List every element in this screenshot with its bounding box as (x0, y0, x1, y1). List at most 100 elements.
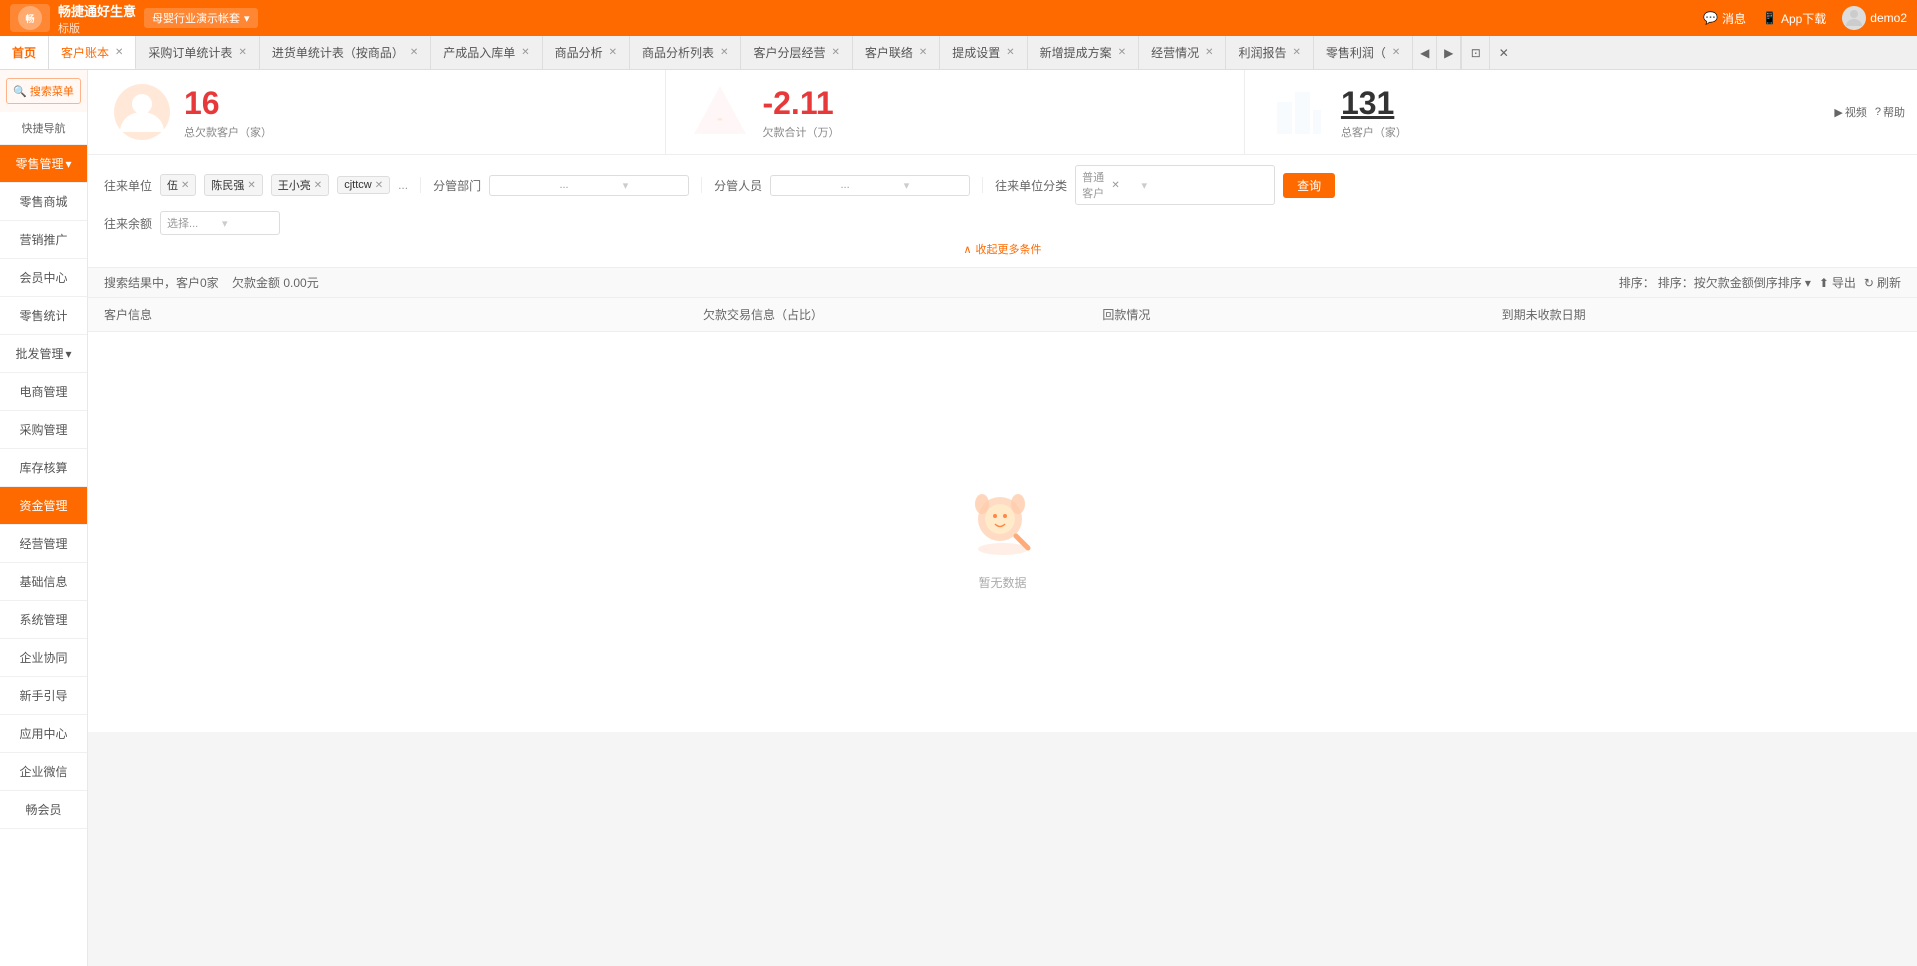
remove-tag-icon[interactable]: ✕ (181, 180, 189, 191)
close-icon[interactable]: ✕ (115, 47, 123, 58)
sort-select[interactable]: 排序： 排序：按欠款金额倒序排序 ▾ (1619, 274, 1811, 291)
tab-promotion-settings[interactable]: 提成设置 ✕ (940, 36, 1027, 69)
filter-row-2: 往来余额 选择... ▾ (104, 211, 1901, 235)
close-icon[interactable]: ✕ (609, 47, 617, 58)
remove-tag-icon[interactable]: ✕ (1111, 180, 1137, 191)
sidebar-item-enterprise-wechat[interactable]: 企业微信 (0, 753, 87, 791)
close-icon[interactable]: ✕ (1118, 47, 1126, 58)
tabs-next-arrow[interactable]: ▶ (1437, 36, 1461, 69)
filter-tag-unit-2[interactable]: 陈民强 ✕ (204, 174, 262, 196)
sidebar-item-ecommerce-mgmt[interactable]: 电商管理 (0, 373, 87, 411)
app-download-button[interactable]: 📱 App下载 (1762, 10, 1826, 27)
remove-tag-icon[interactable]: ✕ (375, 180, 383, 191)
tab-business-status[interactable]: 经营情况 ✕ (1139, 36, 1226, 69)
sidebar-item-business-mgmt[interactable]: 经营管理 (0, 525, 87, 563)
chevron-down-icon: ▾ (904, 179, 963, 192)
sidebar-item-retail-mall[interactable]: 零售商城 (0, 183, 87, 221)
tabs-action-restore[interactable]: ⊡ (1461, 36, 1489, 70)
filter-tag-unit-3[interactable]: 王小亮 ✕ (271, 174, 329, 196)
close-icon[interactable]: ✕ (410, 47, 418, 58)
filter-tag-unit-1[interactable]: 伍 ✕ (160, 174, 196, 196)
sidebar-item-purchase-mgmt[interactable]: 采购管理 (0, 411, 87, 449)
sidebar-item-member-center[interactable]: 会员中心 (0, 259, 87, 297)
help-icon: ? (1875, 106, 1881, 118)
tab-customer-contact[interactable]: 客户联络 ✕ (853, 36, 940, 69)
tab-product-analysis-list[interactable]: 商品分析列表 ✕ (630, 36, 741, 69)
sidebar-item-new-guide[interactable]: 新手引导 (0, 677, 87, 715)
tab-customer-tier[interactable]: 客户分层经营 ✕ (741, 36, 852, 69)
tabs-prev-arrow[interactable]: ◀ (1413, 36, 1437, 69)
remainder-dropdown[interactable]: 选择... ▾ (160, 211, 280, 235)
close-icon[interactable]: ✕ (521, 47, 529, 58)
search-result-text: 搜索结果中，客户0家 欠款金额 0.00元 (104, 274, 319, 291)
tab-product-analysis[interactable]: 商品分析 ✕ (543, 36, 630, 69)
tab-profit-report[interactable]: 利润报告 ✕ (1226, 36, 1313, 69)
sidebar-item-basic-info[interactable]: 基础信息 (0, 563, 87, 601)
tab-new-promotion-plan[interactable]: 新增提成方案 ✕ (1028, 36, 1139, 69)
sidebar-item-member-plus[interactable]: 畅会员 (0, 791, 87, 829)
tab-retail-profit[interactable]: 零售利润（ ✕ (1314, 36, 1413, 69)
collapse-filter-button[interactable]: ∧ 收起更多条件 (963, 241, 1041, 257)
chevron-up-icon: ∧ (963, 243, 971, 256)
svg-text:-: - (717, 108, 723, 128)
chevron-down-icon: ▾ (65, 347, 71, 361)
person-dropdown[interactable]: ... ▾ (770, 175, 970, 196)
sidebar-item-quick-nav[interactable]: 快捷导航 (0, 112, 87, 145)
account-selector[interactable]: 母婴行业演示帐套 ▾ (144, 8, 258, 28)
sidebar-item-retail-mgmt[interactable]: 零售管理 ▾ (0, 145, 87, 183)
search-menu-button[interactable]: 🔍 搜索菜单 (6, 78, 81, 104)
tab-incoming-stats[interactable]: 进货单统计表（按商品） ✕ (260, 36, 431, 69)
unit-class-label: 往来单位分类 (995, 177, 1067, 194)
tabs-action-close-all[interactable]: ✕ (1489, 36, 1517, 70)
col-arrears-info: 欠款交易信息（占比） (703, 306, 1102, 323)
tab-product-inbound[interactable]: 产成品入库单 ✕ (431, 36, 542, 69)
total-customers-number: 131 (1341, 85, 1798, 122)
sidebar-item-wholesale-mgmt[interactable]: 批发管理 ▾ (0, 335, 87, 373)
query-button[interactable]: 查询 (1283, 173, 1335, 198)
close-icon[interactable]: ✕ (1392, 47, 1400, 58)
stat-block-arrears: - -2.11 欠款合计（万） (666, 70, 1244, 154)
person-more-icon: ... (840, 179, 899, 191)
filter-tag-unit-4[interactable]: cjttcw ✕ (337, 176, 390, 194)
tab-purchase-order-stats[interactable]: 采购订单统计表 ✕ (136, 36, 259, 69)
close-icon[interactable]: ✕ (1006, 47, 1014, 58)
close-icon[interactable]: ✕ (919, 47, 927, 58)
sidebar-search-area: 🔍 搜索菜单 (0, 70, 87, 112)
content-area: 16 总欠款客户（家） - -2.11 欠款合计（万） (88, 70, 1917, 966)
tab-home[interactable]: 首页 (0, 36, 49, 69)
filter-more-tags[interactable]: ... (398, 178, 408, 192)
remove-tag-icon[interactable]: ✕ (314, 180, 322, 191)
filter-area: 往来单位 伍 ✕ 陈民强 ✕ 王小亮 ✕ cjttcw ✕ ... (88, 155, 1917, 268)
tab-customer-account[interactable]: 客户账本 ✕ (49, 36, 136, 70)
message-button[interactable]: 💬 消息 (1703, 10, 1746, 27)
sidebar-item-app-center[interactable]: 应用中心 (0, 715, 87, 753)
stats-header: 16 总欠款客户（家） - -2.11 欠款合计（万） (88, 70, 1917, 155)
chevron-down-icon: ▾ (222, 217, 273, 230)
sidebar-item-marketing[interactable]: 营销推广 (0, 221, 87, 259)
export-button[interactable]: ⬆ 导出 (1819, 274, 1856, 291)
sidebar-item-retail-stats[interactable]: 零售统计 (0, 297, 87, 335)
help-button[interactable]: ? 帮助 (1875, 104, 1905, 120)
chevron-down-icon: ▾ (65, 157, 71, 171)
sidebar: 🔍 搜索菜单 快捷导航 零售管理 ▾ 零售商城 营销推广 会员中心 零售统计 批… (0, 70, 88, 966)
sidebar-item-finance-mgmt[interactable]: 资金管理 (0, 487, 87, 525)
video-button[interactable]: ▶ 视频 (1834, 104, 1866, 120)
nav-tabs: 首页 客户账本 ✕ 采购订单统计表 ✕ 进货单统计表（按商品） ✕ 产成品入库单… (0, 36, 1917, 70)
app-title-group: 畅捷通好生意 标版 (58, 1, 136, 36)
close-icon[interactable]: ✕ (1293, 47, 1301, 58)
sidebar-item-enterprise-coop[interactable]: 企业协同 (0, 639, 87, 677)
close-icon[interactable]: ✕ (1205, 47, 1213, 58)
close-icon[interactable]: ✕ (831, 47, 839, 58)
refresh-icon: ↻ (1864, 276, 1874, 290)
close-icon[interactable]: ✕ (720, 47, 728, 58)
sidebar-item-system-mgmt[interactable]: 系统管理 (0, 601, 87, 639)
close-icon[interactable]: ✕ (238, 47, 246, 58)
download-icon: 📱 (1762, 11, 1777, 25)
dept-dropdown[interactable]: ... ▾ (489, 175, 689, 196)
app-title: 畅捷通好生意 (58, 1, 136, 20)
refresh-button[interactable]: ↻ 刷新 (1864, 274, 1901, 291)
sidebar-item-inventory-check[interactable]: 库存核算 (0, 449, 87, 487)
unit-class-dropdown[interactable]: 普通客户 ✕ ▾ (1075, 165, 1275, 205)
user-menu[interactable]: demo2 (1842, 6, 1907, 30)
remove-tag-icon[interactable]: ✕ (247, 180, 255, 191)
